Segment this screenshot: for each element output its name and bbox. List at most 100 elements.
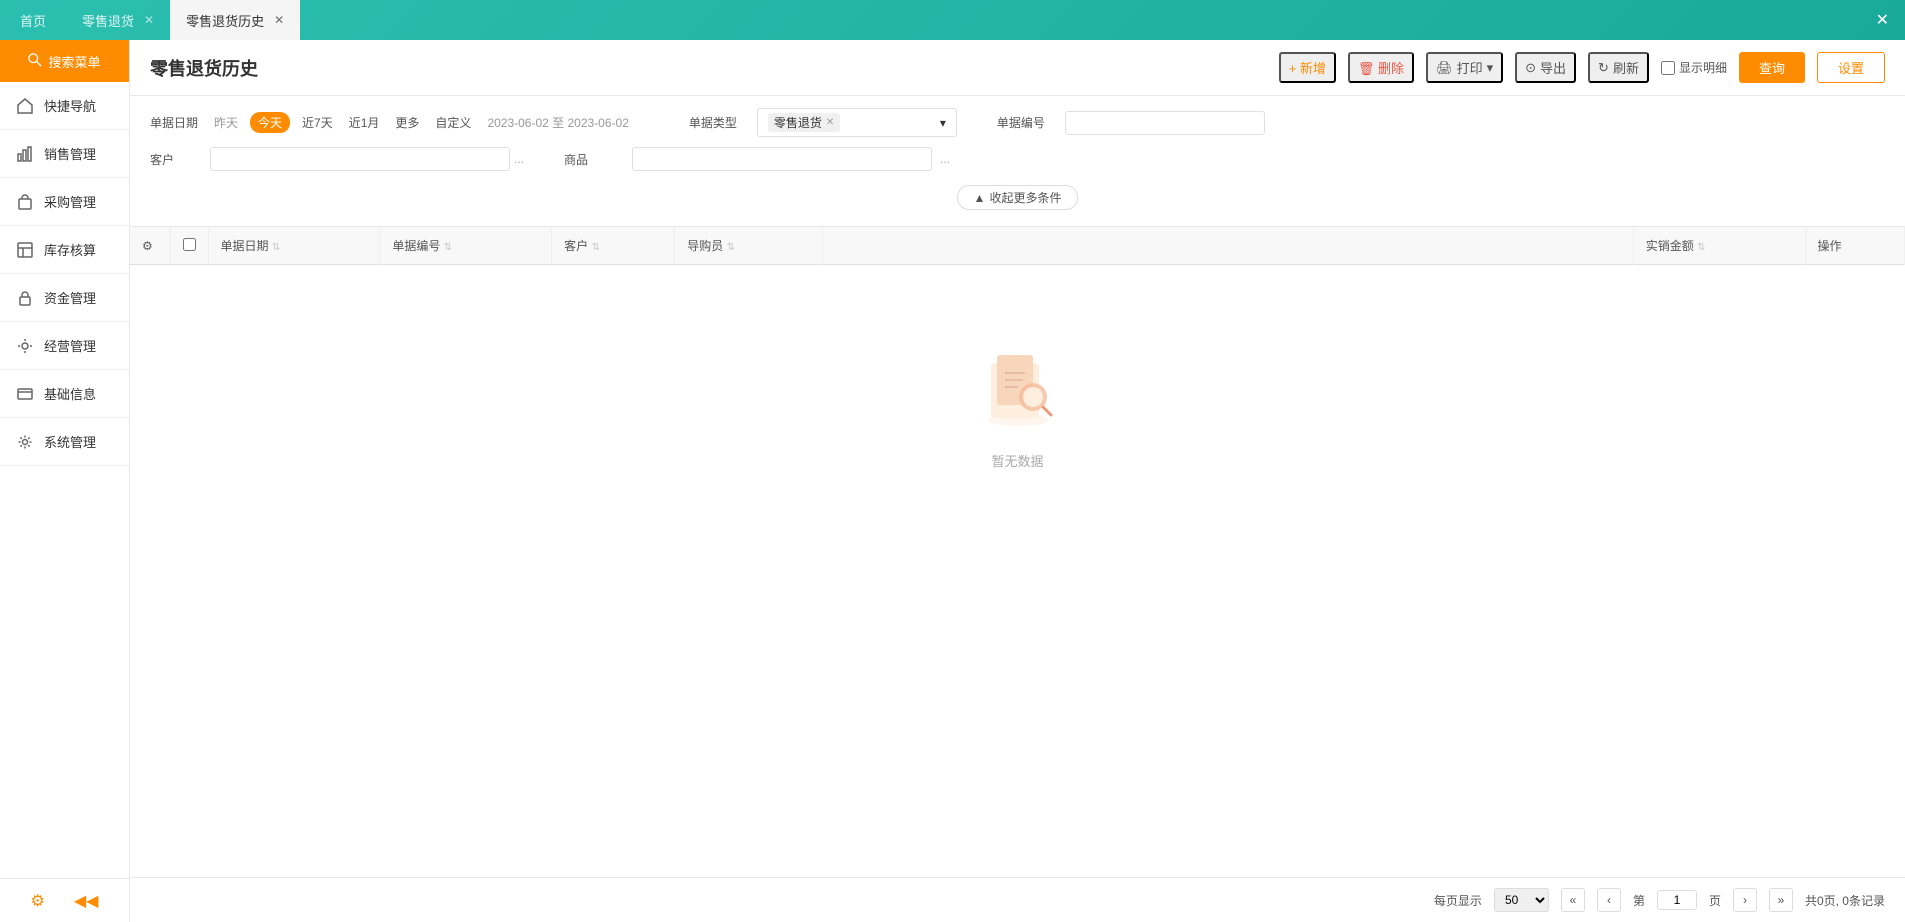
tab-home[interactable]: 首页 [0,0,66,40]
info-icon [16,385,34,403]
customer-ellipsis[interactable]: ... [514,152,524,166]
print-button[interactable]: 🖨 打印 ▾ [1426,52,1503,83]
sidebar-item-operations[interactable]: 经营管理 [0,322,129,370]
sidebar-search[interactable]: 搜索菜单 [0,40,129,82]
th-settings[interactable]: ⚙ [130,227,170,265]
show-detail-checkbox[interactable] [1661,61,1675,75]
filter-row-2: 客户 ... 商品 ... [150,147,1885,171]
tab-home-label: 首页 [20,11,46,30]
sidebar-item-purchase-label: 采购管理 [44,192,96,211]
type-tag-value: 零售退货 [774,114,822,131]
date-filter-label: 单据日期 [150,114,210,131]
next-page-button[interactable]: › [1733,888,1757,912]
date-opt-custom[interactable]: 自定义 [431,112,475,133]
table-settings-icon[interactable]: ⚙ [142,239,153,253]
refresh-button[interactable]: ↻ 刷新 [1588,52,1649,83]
home-icon [16,97,34,115]
prev-page-button[interactable]: ‹ [1597,888,1621,912]
tab-retail-return-history[interactable]: 零售退货历史 ✕ [170,0,300,40]
sidebar-item-sales-label: 销售管理 [44,144,96,163]
customer-filter-input[interactable] [210,147,510,171]
sidebar-item-quick-nav[interactable]: 快捷导航 [0,82,129,130]
total-text: 共0页, 0条记录 [1805,892,1885,909]
date-opt-more[interactable]: 更多 [391,112,423,133]
date-opt-today[interactable]: 今天 [250,112,290,133]
goods-ellipsis[interactable]: ... [940,152,950,166]
table-header-row: ⚙ 单据日期 ⇅ 单据编号 ⇅ [130,227,1905,265]
date-opt-yesterday[interactable]: 昨天 [210,112,242,133]
print-label: 打印 [1457,58,1483,77]
th-checkbox[interactable] [170,227,208,265]
th-amount: 实销金额 ⇅ [1633,227,1805,265]
th-ops-label: 操作 [1818,239,1842,253]
th-date: 单据日期 ⇅ [208,227,380,265]
th-number-sort[interactable]: ⇅ [444,242,452,253]
top-bar-right: ✕ [1876,0,1905,40]
date-range-display: 2023-06-02 至 2023-06-02 [487,114,628,131]
ops-icon [16,337,34,355]
th-guide-sort[interactable]: ⇅ [727,242,735,253]
first-page-button[interactable]: « [1561,888,1585,912]
number-filter-container: 单据编号 [997,111,1265,135]
sidebar-item-inventory[interactable]: 库存核算 [0,226,129,274]
th-customer-sort[interactable]: ⇅ [591,242,599,253]
last-page-button[interactable]: » [1769,888,1793,912]
sidebar-item-inventory-label: 库存核算 [44,240,96,259]
content-area: 零售退货历史 + 新增 🗑 删除 🖨 打印 ▾ ⊙ 导出 ↻ 刷新 [130,40,1905,922]
type-filter-container: 单据类型 零售退货 ✕ ▾ [689,108,957,137]
type-filter-select[interactable]: 零售退货 ✕ ▾ [757,108,957,137]
page-number-input[interactable] [1657,890,1697,910]
tab-retail-return-history-close[interactable]: ✕ [274,13,284,27]
sidebar-item-finance[interactable]: 资金管理 [0,274,129,322]
collapse-row: ▲ 收起更多条件 [150,181,1885,214]
box-icon [16,241,34,259]
sidebar-item-system[interactable]: 系统管理 [0,418,129,466]
sidebar-item-quick-nav-label: 快捷导航 [44,96,96,115]
type-tag-close[interactable]: ✕ [826,117,834,128]
new-button[interactable]: + 新增 [1279,52,1336,83]
main-layout: 搜索菜单 快捷导航 销售管理 采购管理 库存核算 [0,40,1905,922]
top-bar: 首页 零售退货 ✕ 零售退货历史 ✕ ✕ [0,0,1905,40]
sidebar-item-basic-info[interactable]: 基础信息 [0,370,129,418]
tab-retail-return[interactable]: 零售退货 ✕ [66,0,170,40]
empty-state: 暂无数据 [130,265,1905,550]
goods-filter-input[interactable] [632,147,932,171]
close-window-button[interactable]: ✕ [1876,10,1889,30]
sidebar-item-purchase[interactable]: 采购管理 [0,178,129,226]
delete-button[interactable]: 🗑 删除 [1348,52,1414,83]
collapse-button[interactable]: ▲ 收起更多条件 [957,185,1079,210]
sidebar-item-finance-label: 资金管理 [44,288,96,307]
toolbar: + 新增 🗑 删除 🖨 打印 ▾ ⊙ 导出 ↻ 刷新 显示明细 [1279,52,1885,83]
chart-icon [16,145,34,163]
collapse-icon: ▲ [974,191,986,205]
empty-icon [973,345,1063,435]
sidebar-item-operations-label: 经营管理 [44,336,96,355]
sidebar-item-sales[interactable]: 销售管理 [0,130,129,178]
th-date-sort[interactable]: ⇅ [272,242,280,253]
th-customer-label: 客户 [564,239,588,253]
export-label: 导出 [1540,58,1566,77]
date-opt-1month[interactable]: 近1月 [345,112,384,133]
settings-button[interactable]: 设置 [1817,52,1885,83]
show-detail-toggle[interactable]: 显示明细 [1661,59,1727,76]
table-container: ⚙ 单据日期 ⇅ 单据编号 ⇅ [130,227,1905,877]
table-header: ⚙ 单据日期 ⇅ 单据编号 ⇅ [130,227,1905,265]
tab-retail-return-close[interactable]: ✕ [144,13,154,27]
th-amount-sort[interactable]: ⇅ [1697,242,1705,253]
refresh-icon: ↻ [1598,60,1609,76]
sidebar-bottom: ⚙ ◀◀ [0,878,129,922]
query-button[interactable]: 查询 [1739,52,1805,83]
number-filter-input[interactable] [1065,111,1265,135]
page-size-select[interactable]: 10 20 50 100 [1494,888,1549,912]
select-all-checkbox[interactable] [183,238,196,251]
export-button[interactable]: ⊙ 导出 [1515,52,1576,83]
settings-bottom-icon[interactable]: ⚙ [31,891,45,911]
customer-filter-label: 客户 [150,151,210,168]
filter-area: 单据日期 昨天 今天 近7天 近1月 更多 自定义 2023-06-02 至 2… [130,96,1905,227]
speaker-bottom-icon[interactable]: ◀◀ [74,891,99,911]
bag-icon [16,193,34,211]
date-opt-7days[interactable]: 近7天 [298,112,337,133]
tab-retail-return-label: 零售退货 [82,11,134,30]
th-date-label: 单据日期 [221,239,269,253]
lock-icon [16,289,34,307]
